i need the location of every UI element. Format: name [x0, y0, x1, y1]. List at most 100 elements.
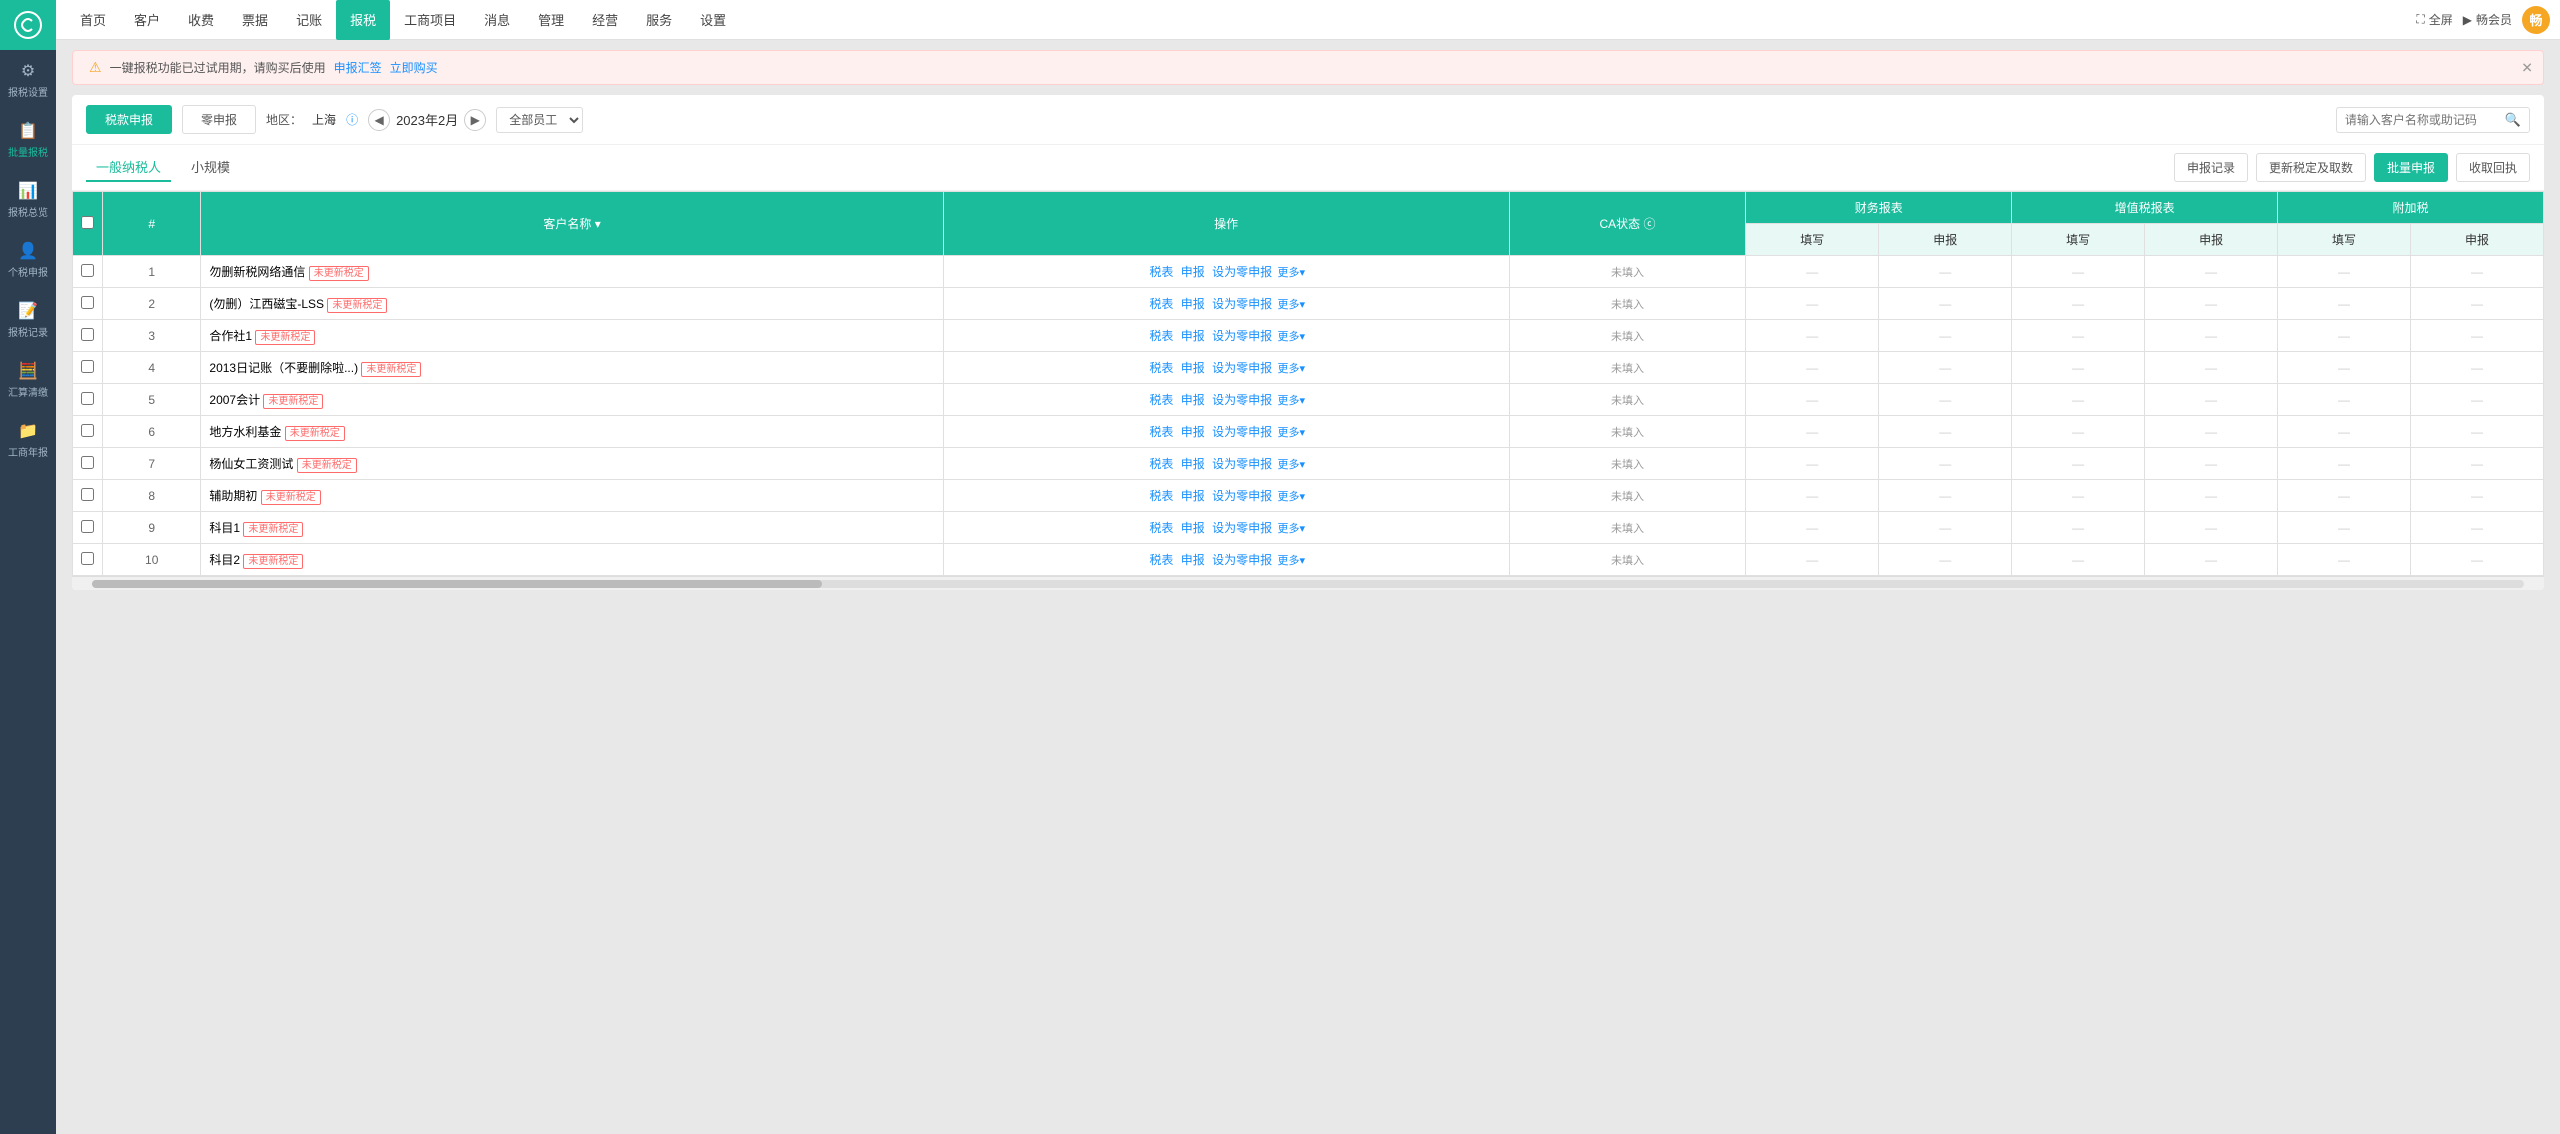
- tab-zero-declare[interactable]: 零申报: [182, 105, 256, 134]
- horizontal-scrollbar[interactable]: [72, 576, 2544, 590]
- batch-declare-button[interactable]: 批量申报: [2374, 153, 2448, 182]
- avatar[interactable]: 畅: [2522, 6, 2550, 34]
- op-zero-declare[interactable]: 设为零申报: [1212, 521, 1272, 535]
- op-declare[interactable]: 申报: [1181, 361, 1205, 375]
- row-checkbox-2[interactable]: [81, 328, 94, 341]
- sidebar-item-personal-tax[interactable]: 👤个税申报: [4, 230, 52, 290]
- op-more[interactable]: 更多▾: [1277, 363, 1305, 375]
- topnav-item-settings[interactable]: 设置: [686, 0, 740, 40]
- op-tax-table[interactable]: 税表: [1149, 297, 1173, 311]
- member-label: 畅会员: [2476, 11, 2512, 28]
- row-checkbox-0[interactable]: [81, 264, 94, 277]
- op-more[interactable]: 更多▾: [1277, 331, 1305, 343]
- region-info-icon[interactable]: ⓘ: [346, 111, 358, 128]
- topnav-item-business[interactable]: 工商项目: [390, 0, 470, 40]
- sidebar-icon-tax-overview: 📊: [16, 180, 40, 204]
- op-more[interactable]: 更多▾: [1277, 459, 1305, 471]
- tab-tax-declare[interactable]: 税款申报: [86, 105, 172, 134]
- op-more[interactable]: 更多▾: [1277, 491, 1305, 503]
- sidebar-item-batch-tax[interactable]: 📋批量报税: [4, 110, 52, 170]
- op-zero-declare[interactable]: 设为零申报: [1212, 457, 1272, 471]
- collect-return-button[interactable]: 收取回执: [2456, 153, 2530, 182]
- op-tax-table[interactable]: 税表: [1149, 489, 1173, 503]
- op-tax-table[interactable]: 税表: [1149, 329, 1173, 343]
- row-col-1: —: [1879, 256, 2012, 288]
- staff-select[interactable]: 全部员工: [496, 107, 583, 133]
- search-button[interactable]: 🔍: [2497, 108, 2529, 132]
- op-more[interactable]: 更多▾: [1277, 555, 1305, 567]
- sidebar-item-calc-clear[interactable]: 🧮汇算清缴: [4, 350, 52, 410]
- op-declare[interactable]: 申报: [1181, 425, 1205, 439]
- op-tax-table[interactable]: 税表: [1149, 425, 1173, 439]
- op-zero-declare[interactable]: 设为零申报: [1212, 329, 1272, 343]
- member-button[interactable]: ▶ 畅会员: [2463, 11, 2512, 28]
- sidebar-item-tax-overview[interactable]: 📊报税总览: [4, 170, 52, 230]
- topnav-item-management[interactable]: 管理: [524, 0, 578, 40]
- date-prev-button[interactable]: ◀: [368, 109, 390, 131]
- op-tax-table[interactable]: 税表: [1149, 457, 1173, 471]
- fullscreen-button[interactable]: ⛶ 全屏: [2416, 11, 2452, 28]
- op-zero-declare[interactable]: 设为零申报: [1212, 425, 1272, 439]
- op-more[interactable]: 更多▾: [1277, 299, 1305, 311]
- op-more[interactable]: 更多▾: [1277, 427, 1305, 439]
- op-tax-table[interactable]: 税表: [1149, 265, 1173, 279]
- tab-general-taxpayer[interactable]: 一般纳税人: [86, 153, 171, 182]
- row-checkbox-1[interactable]: [81, 296, 94, 309]
- row-checkbox-7[interactable]: [81, 488, 94, 501]
- op-zero-declare[interactable]: 设为零申报: [1212, 489, 1272, 503]
- op-declare[interactable]: 申报: [1181, 457, 1205, 471]
- op-more[interactable]: 更多▾: [1277, 267, 1305, 279]
- op-more[interactable]: 更多▾: [1277, 395, 1305, 407]
- topnav-item-customer[interactable]: 客户: [120, 0, 174, 40]
- op-tax-table[interactable]: 税表: [1149, 361, 1173, 375]
- op-more[interactable]: 更多▾: [1277, 523, 1305, 535]
- sidebar-item-tax-settings[interactable]: ⚙报税设置: [4, 50, 52, 110]
- sidebar-item-annual-report[interactable]: 📁工商年报: [4, 410, 52, 470]
- sidebar-logo[interactable]: [0, 0, 56, 50]
- update-quota-button[interactable]: 更新税定及取数: [2256, 153, 2366, 182]
- row-checkbox-5[interactable]: [81, 424, 94, 437]
- op-tax-table[interactable]: 税表: [1149, 553, 1173, 567]
- op-tax-table[interactable]: 税表: [1149, 393, 1173, 407]
- op-zero-declare[interactable]: 设为零申报: [1212, 297, 1272, 311]
- op-declare[interactable]: 申报: [1181, 553, 1205, 567]
- op-declare[interactable]: 申报: [1181, 489, 1205, 503]
- op-zero-declare[interactable]: 设为零申报: [1212, 265, 1272, 279]
- topnav-item-service[interactable]: 服务: [632, 0, 686, 40]
- op-declare[interactable]: 申报: [1181, 393, 1205, 407]
- topnav-item-tax[interactable]: 报税: [336, 0, 390, 40]
- status-badge: 未更新税定: [261, 490, 321, 505]
- topnav-item-collection[interactable]: 收费: [174, 0, 228, 40]
- declare-record-button[interactable]: 申报记录: [2174, 153, 2248, 182]
- scrollbar-thumb[interactable]: [92, 580, 822, 588]
- search-input[interactable]: [2337, 109, 2497, 131]
- search-box: 🔍: [2336, 107, 2530, 133]
- op-zero-declare[interactable]: 设为零申报: [1212, 361, 1272, 375]
- op-declare[interactable]: 申报: [1181, 297, 1205, 311]
- row-ops: 税表 申报 设为零申报 更多▾: [943, 320, 1509, 352]
- banner-link-declare[interactable]: 申报汇签: [334, 59, 382, 76]
- tab-small-taxpayer[interactable]: 小规模: [181, 153, 240, 182]
- topnav-item-operation[interactable]: 经营: [578, 0, 632, 40]
- banner-close-button[interactable]: ✕: [2521, 59, 2533, 76]
- banner-link-buy[interactable]: 立即购买: [390, 59, 438, 76]
- row-checkbox-6[interactable]: [81, 456, 94, 469]
- row-checkbox-8[interactable]: [81, 520, 94, 533]
- row-checkbox-9[interactable]: [81, 552, 94, 565]
- op-declare[interactable]: 申报: [1181, 329, 1205, 343]
- op-declare[interactable]: 申报: [1181, 521, 1205, 535]
- topnav-item-invoice[interactable]: 票据: [228, 0, 282, 40]
- topnav-item-message[interactable]: 消息: [470, 0, 524, 40]
- op-tax-table[interactable]: 税表: [1149, 521, 1173, 535]
- op-declare[interactable]: 申报: [1181, 265, 1205, 279]
- op-zero-declare[interactable]: 设为零申报: [1212, 393, 1272, 407]
- date-next-button[interactable]: ▶: [464, 109, 486, 131]
- op-zero-declare[interactable]: 设为零申报: [1212, 553, 1272, 567]
- row-checkbox-3[interactable]: [81, 360, 94, 373]
- row-checkbox-4[interactable]: [81, 392, 94, 405]
- topnav-item-home[interactable]: 首页: [66, 0, 120, 40]
- select-all-checkbox[interactable]: [81, 216, 94, 229]
- sidebar-item-tax-records[interactable]: 📝报税记录: [4, 290, 52, 350]
- topnav-item-accounting[interactable]: 记账: [282, 0, 336, 40]
- sidebar-icon-tax-records: 📝: [16, 300, 40, 324]
